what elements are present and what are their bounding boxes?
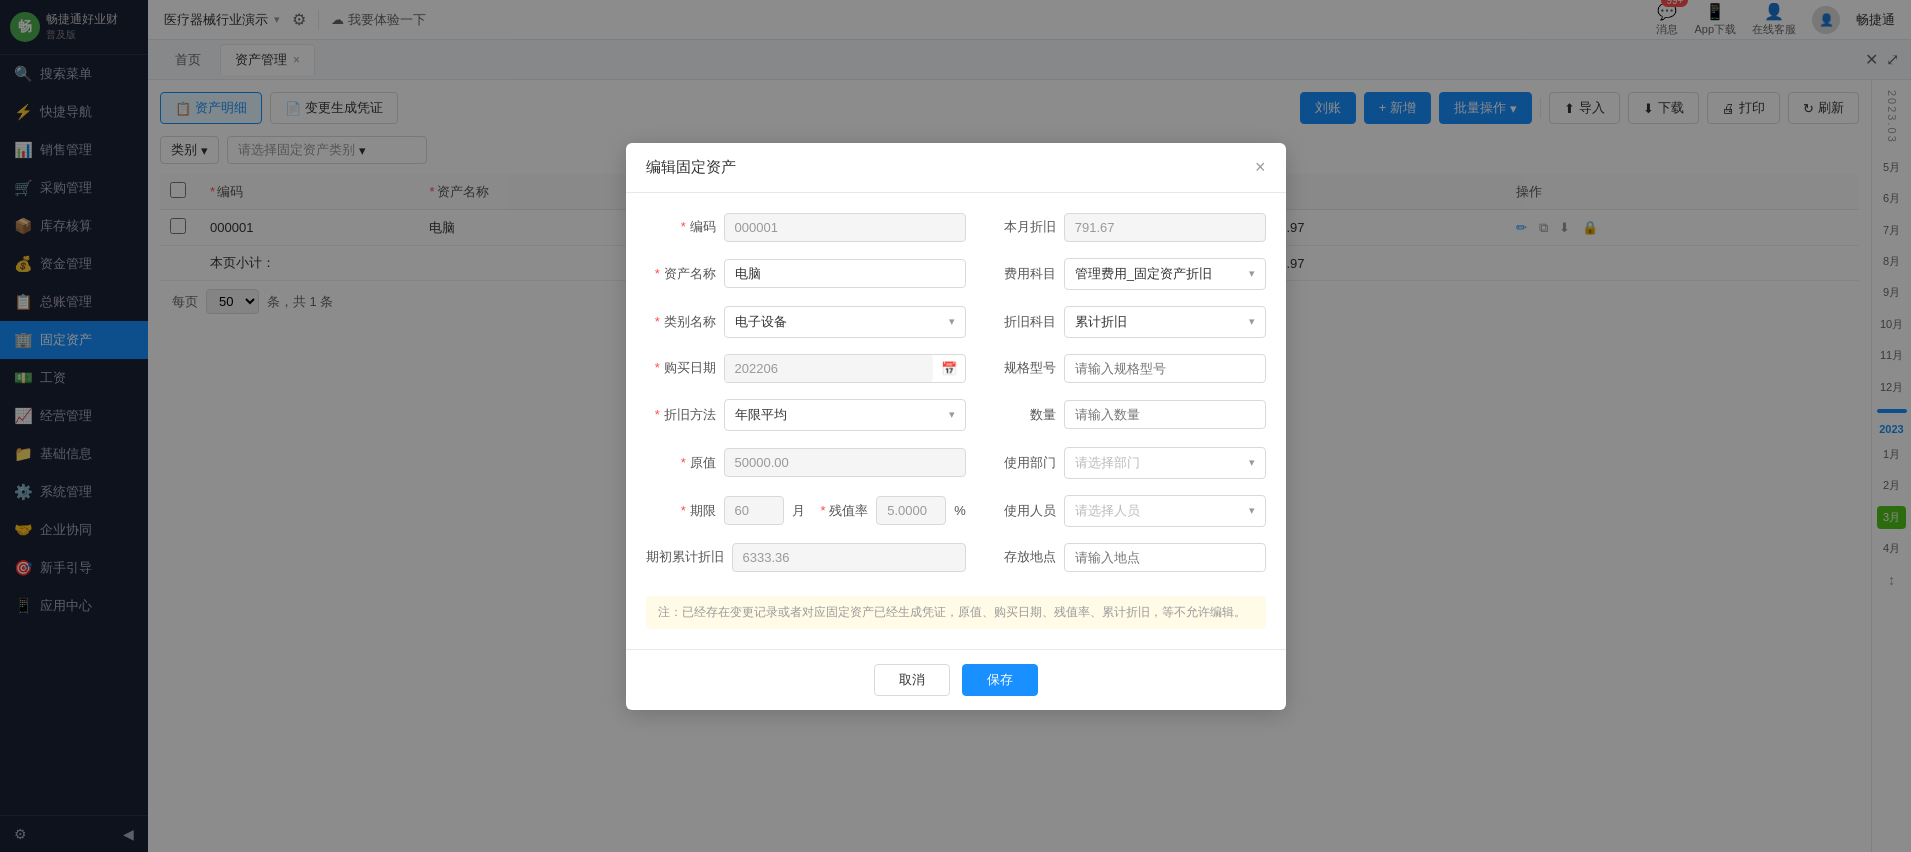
person-placeholder: 请选择人员: [1075, 502, 1140, 520]
form-row-location: 存放地点: [986, 543, 1266, 572]
form-row-initial-dep: 期初累计折旧: [646, 543, 966, 572]
residual-rate-label: 残值率: [821, 502, 869, 520]
cancel-button[interactable]: 取消: [874, 664, 950, 696]
dept-placeholder: 请选择部门: [1075, 454, 1140, 472]
form-note: 注：已经存在变更记录或者对应固定资产已经生成凭证，原值、购买日期、残值率、累计折…: [646, 596, 1266, 629]
spec-input[interactable]: [1064, 354, 1266, 383]
initial-dep-input[interactable]: [732, 543, 966, 572]
original-value-input[interactable]: [724, 448, 966, 477]
form-row-dep-subject: 折旧科目 累计折旧 ▾: [986, 306, 1266, 338]
dep-method-arrow: ▾: [949, 408, 955, 421]
initial-dep-label: 期初累计折旧: [646, 548, 724, 566]
form-grid: 编码 本月折旧 资产名称 费用科目 管理费用_固定资产折旧: [646, 213, 1266, 629]
purchase-date-calendar-icon[interactable]: 📅: [933, 361, 965, 376]
form-row-spec: 规格型号: [986, 354, 1266, 383]
category-arrow: ▾: [949, 315, 955, 328]
modal-header: 编辑固定资产 ×: [626, 143, 1286, 193]
form-row-person: 使用人员 请选择人员 ▾: [986, 495, 1266, 527]
form-row-purchase-date: 购买日期 📅: [646, 354, 966, 383]
edit-asset-modal: 编辑固定资产 × 编码 本月折旧 资产名称: [626, 143, 1286, 710]
period-label: 期限: [646, 502, 716, 520]
dep-subject-arrow: ▾: [1249, 315, 1255, 328]
dept-arrow: ▾: [1249, 456, 1255, 469]
modal-title: 编辑固定资产: [646, 158, 736, 177]
person-select[interactable]: 请选择人员 ▾: [1064, 495, 1266, 527]
monthly-dep-label: 本月折旧: [986, 218, 1056, 236]
person-label: 使用人员: [986, 502, 1056, 520]
category-value: 电子设备: [735, 313, 787, 331]
asset-name-label: 资产名称: [646, 265, 716, 283]
expense-subject-label: 费用科目: [986, 265, 1056, 283]
purchase-date-input[interactable]: [725, 355, 933, 382]
dep-subject-select[interactable]: 累计折旧 ▾: [1064, 306, 1266, 338]
person-arrow: ▾: [1249, 504, 1255, 517]
dept-select[interactable]: 请选择部门 ▾: [1064, 447, 1266, 479]
form-row-name: 资产名称: [646, 258, 966, 290]
residual-rate-input[interactable]: [876, 496, 946, 525]
modal-footer: 取消 保存: [626, 649, 1286, 710]
dep-subject-label: 折旧科目: [986, 313, 1056, 331]
category-select[interactable]: 电子设备 ▾: [724, 306, 966, 338]
code-input[interactable]: [724, 213, 966, 242]
location-label: 存放地点: [986, 548, 1056, 566]
form-row-expense-subject: 费用科目 管理费用_固定资产折旧 ▾: [986, 258, 1266, 290]
dep-subject-value: 累计折旧: [1075, 313, 1127, 331]
monthly-dep-input: [1064, 213, 1266, 242]
form-row-period: 期限 月 残值率 %: [646, 495, 966, 527]
spec-label: 规格型号: [986, 359, 1056, 377]
code-label: 编码: [646, 218, 716, 236]
quantity-input[interactable]: [1064, 400, 1266, 429]
form-row-category: 类别名称 电子设备 ▾: [646, 306, 966, 338]
location-input[interactable]: [1064, 543, 1266, 572]
original-value-label: 原值: [646, 454, 716, 472]
quantity-label: 数量: [986, 406, 1056, 424]
form-row-monthly-dep: 本月折旧: [986, 213, 1266, 242]
modal-overlay: 编辑固定资产 × 编码 本月折旧 资产名称: [0, 0, 1911, 852]
modal-close-btn[interactable]: ×: [1255, 157, 1266, 178]
category-name-label: 类别名称: [646, 313, 716, 331]
dep-method-label: 折旧方法: [646, 406, 716, 424]
period-input[interactable]: [724, 496, 784, 525]
expense-subject-arrow: ▾: [1249, 267, 1255, 280]
expense-subject-value: 管理费用_固定资产折旧: [1075, 265, 1212, 283]
dept-label: 使用部门: [986, 454, 1056, 472]
residual-rate-unit: %: [954, 503, 966, 518]
period-unit: 月: [792, 502, 805, 520]
expense-subject-select[interactable]: 管理费用_固定资产折旧 ▾: [1064, 258, 1266, 290]
save-button[interactable]: 保存: [962, 664, 1038, 696]
purchase-date-label: 购买日期: [646, 359, 716, 377]
dep-method-select[interactable]: 年限平均 ▾: [724, 399, 966, 431]
asset-name-input[interactable]: [724, 259, 966, 288]
form-row-dep-method: 折旧方法 年限平均 ▾: [646, 399, 966, 431]
modal-body: 编码 本月折旧 资产名称 费用科目 管理费用_固定资产折旧: [626, 193, 1286, 649]
form-row-original-value: 原值: [646, 447, 966, 479]
dep-method-value: 年限平均: [735, 406, 787, 424]
form-row-quantity: 数量: [986, 399, 1266, 431]
form-row-code: 编码: [646, 213, 966, 242]
form-row-dept: 使用部门 请选择部门 ▾: [986, 447, 1266, 479]
